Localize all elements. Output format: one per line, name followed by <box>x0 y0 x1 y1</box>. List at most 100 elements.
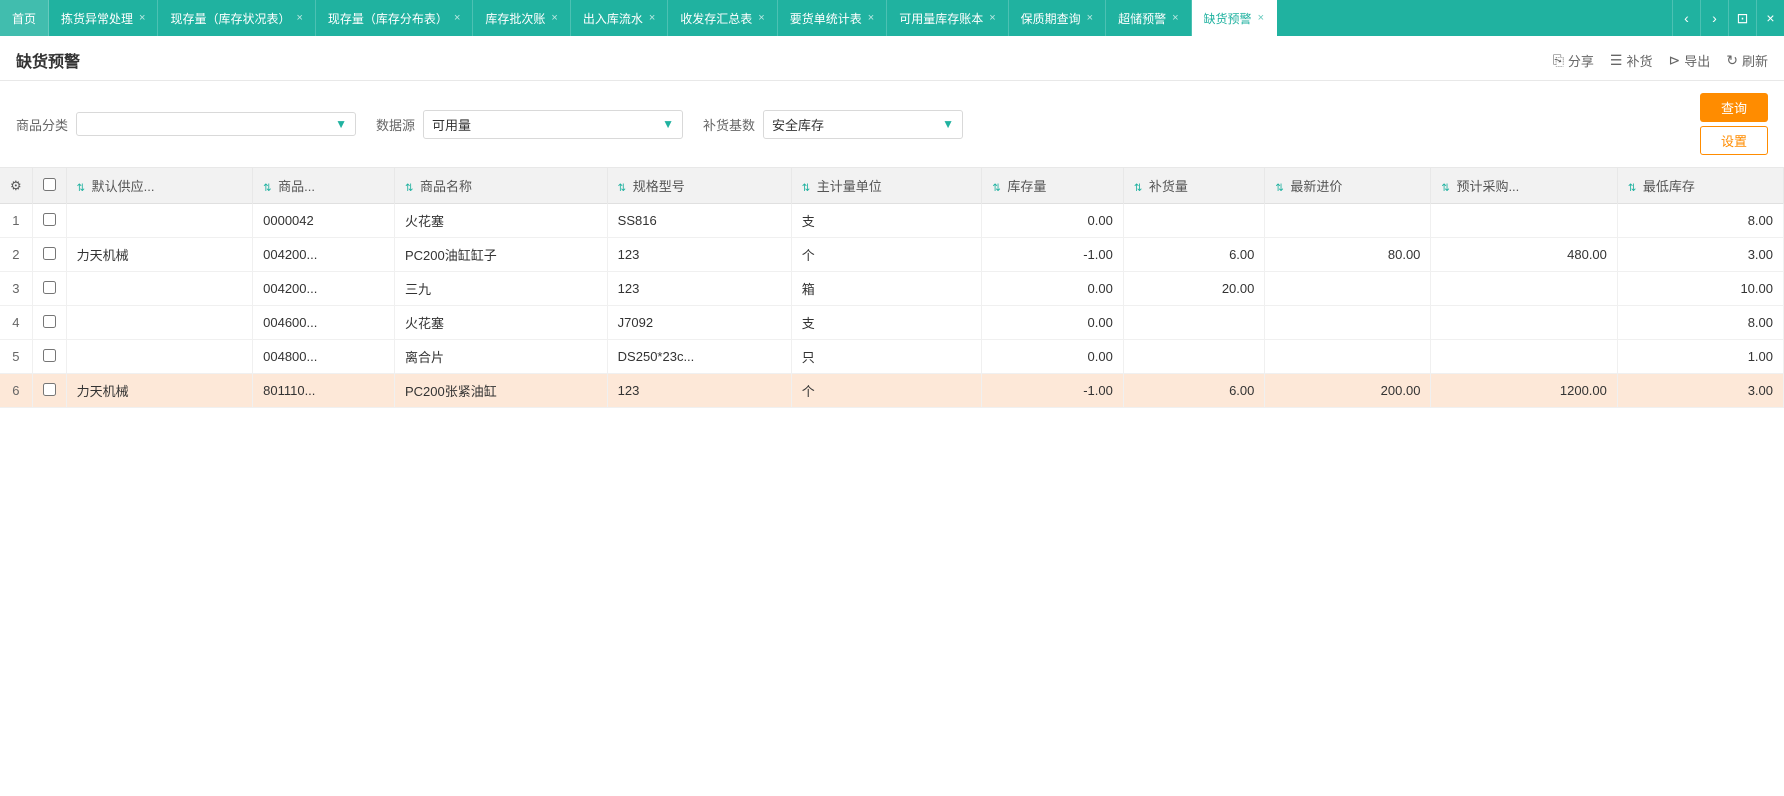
cell-replenish-qty-6: 6.00 <box>1123 374 1265 408</box>
tab-close-shortage-warning[interactable]: × <box>1258 12 1264 24</box>
row-checkbox-3[interactable] <box>32 272 66 306</box>
tab-abnormal[interactable]: 拣货异常处理 × <box>49 0 158 36</box>
row-num-5: 5 <box>0 340 32 374</box>
filter-actions: 查询 设置 <box>1700 93 1768 155</box>
replenish-button[interactable]: ☰ 补货 <box>1610 51 1653 70</box>
replenish-base-label: 补货基数 <box>703 115 755 134</box>
category-label: 商品分类 <box>16 115 68 134</box>
tab-prev-button[interactable]: ‹ <box>1672 0 1700 36</box>
col-gear[interactable]: ⚙ <box>0 168 32 204</box>
table-row: 5 004800... 离合片 DS250*23c... 只 0.00 1.00 <box>0 340 1784 374</box>
share-button[interactable]: ⎘ 分享 <box>1553 51 1594 70</box>
refresh-icon: ↻ <box>1726 52 1738 69</box>
tab-close-receive-summary[interactable]: × <box>758 12 764 24</box>
tab-close-inout-flow[interactable]: × <box>649 12 655 24</box>
sort-icon: ⇅ <box>263 183 271 194</box>
tab-available-ledger[interactable]: 可用量库存账本 × <box>887 0 1008 36</box>
select-all-checkbox[interactable] <box>43 178 56 191</box>
cell-stock-1: 0.00 <box>982 204 1124 238</box>
tab-close-available-ledger[interactable]: × <box>989 12 995 24</box>
col-latest-price[interactable]: ⇅ 最新进价 <box>1265 168 1431 204</box>
data-table: ⚙ ⇅ 默认供应... ⇅ 商品... ⇅ 商品名称 <box>0 168 1784 408</box>
cell-latest-price-4 <box>1265 306 1431 340</box>
query-button[interactable]: 查询 <box>1700 93 1768 122</box>
sort-icon: ⇅ <box>1628 183 1636 194</box>
category-select[interactable]: ▼ <box>76 112 356 136</box>
tab-restore-button[interactable]: ⊡ <box>1728 0 1756 36</box>
cell-product-code-2: 004200... <box>253 238 395 272</box>
tab-home[interactable]: 首页 <box>0 0 49 36</box>
cell-min-stock-6: 3.00 <box>1617 374 1783 408</box>
sort-icon: ⇅ <box>802 183 810 194</box>
tab-inventory-status[interactable]: 现存量（库存状况表） × <box>158 0 315 36</box>
cell-stock-6: -1.00 <box>982 374 1124 408</box>
export-button[interactable]: ⊳ 导出 <box>1669 51 1711 70</box>
cell-spec-6: 123 <box>607 374 791 408</box>
tab-shortage-warning[interactable]: 缺货预警 × <box>1192 0 1277 36</box>
row-checkbox-5[interactable] <box>32 340 66 374</box>
tab-inout-flow[interactable]: 出入库流水 × <box>571 0 668 36</box>
tab-close-all-button[interactable]: × <box>1756 0 1784 36</box>
cell-unit-2: 个 <box>791 238 982 272</box>
col-stock[interactable]: ⇅ 库存量 <box>982 168 1124 204</box>
tab-close-inventory-dist[interactable]: × <box>454 12 460 24</box>
col-product-code[interactable]: ⇅ 商品... <box>253 168 395 204</box>
page-title: 缺货预警 <box>16 48 80 72</box>
table-container: ⚙ ⇅ 默认供应... ⇅ 商品... ⇅ 商品名称 <box>0 168 1784 408</box>
tab-requisition-stat[interactable]: 要货单统计表 × <box>778 0 887 36</box>
row-checkbox-2[interactable] <box>32 238 66 272</box>
tab-next-button[interactable]: › <box>1700 0 1728 36</box>
table-row: 4 004600... 火花塞 J7092 支 0.00 8.00 <box>0 306 1784 340</box>
col-spec[interactable]: ⇅ 规格型号 <box>607 168 791 204</box>
tab-close-abnormal[interactable]: × <box>139 12 145 24</box>
refresh-button[interactable]: ↻ 刷新 <box>1726 51 1768 70</box>
row-checkbox-1[interactable] <box>32 204 66 238</box>
tab-inventory-dist[interactable]: 现存量（库存分布表） × <box>316 0 473 36</box>
tab-batch-account[interactable]: 库存批次账 × <box>473 0 570 36</box>
cell-spec-2: 123 <box>607 238 791 272</box>
cell-est-purchase-5 <box>1431 340 1617 374</box>
tab-close-batch-account[interactable]: × <box>551 12 557 24</box>
row-checkbox-6[interactable] <box>32 374 66 408</box>
tab-expiry-query[interactable]: 保质期查询 × <box>1009 0 1106 36</box>
tab-close-expiry-query[interactable]: × <box>1087 12 1093 24</box>
category-chevron-icon: ▼ <box>335 117 347 131</box>
cell-latest-price-1 <box>1265 204 1431 238</box>
col-unit[interactable]: ⇅ 主计量单位 <box>791 168 982 204</box>
row-select-5[interactable] <box>43 349 56 362</box>
cell-product-name-4: 火花塞 <box>395 306 608 340</box>
cell-min-stock-5: 1.00 <box>1617 340 1783 374</box>
table-row: 2 力天机械 004200... PC200油缸缸子 123 个 -1.00 6… <box>0 238 1784 272</box>
col-product-name[interactable]: ⇅ 商品名称 <box>395 168 608 204</box>
cell-product-name-2: PC200油缸缸子 <box>395 238 608 272</box>
tab-close-requisition-stat[interactable]: × <box>868 12 874 24</box>
col-min-stock[interactable]: ⇅ 最低库存 <box>1617 168 1783 204</box>
tab-overstock-warning[interactable]: 超储预警 × <box>1106 0 1191 36</box>
row-checkbox-4[interactable] <box>32 306 66 340</box>
tab-close-overstock-warning[interactable]: × <box>1172 12 1178 24</box>
row-num-4: 4 <box>0 306 32 340</box>
row-select-6[interactable] <box>43 383 56 396</box>
tab-close-inventory-status[interactable]: × <box>296 12 302 24</box>
cell-replenish-qty-4 <box>1123 306 1265 340</box>
col-default-supplier[interactable]: ⇅ 默认供应... <box>66 168 252 204</box>
row-select-3[interactable] <box>43 281 56 294</box>
tab-receive-summary[interactable]: 收发存汇总表 × <box>668 0 777 36</box>
replenish-base-select[interactable]: 安全库存 ▼ <box>763 110 963 139</box>
cell-replenish-qty-2: 6.00 <box>1123 238 1265 272</box>
cell-latest-price-2: 80.00 <box>1265 238 1431 272</box>
cell-unit-4: 支 <box>791 306 982 340</box>
row-num-6: 6 <box>0 374 32 408</box>
cell-est-purchase-4 <box>1431 306 1617 340</box>
row-select-4[interactable] <box>43 315 56 328</box>
cell-product-code-3: 004200... <box>253 272 395 306</box>
col-est-purchase[interactable]: ⇅ 预计采购... <box>1431 168 1617 204</box>
row-select-1[interactable] <box>43 213 56 226</box>
row-select-2[interactable] <box>43 247 56 260</box>
tab-bar: 首页 拣货异常处理 × 现存量（库存状况表） × 现存量（库存分布表） × 库存… <box>0 0 1784 36</box>
col-replenish-qty[interactable]: ⇅ 补货量 <box>1123 168 1265 204</box>
cell-est-purchase-6: 1200.00 <box>1431 374 1617 408</box>
settings-button[interactable]: 设置 <box>1700 126 1768 155</box>
cell-unit-6: 个 <box>791 374 982 408</box>
datasource-select[interactable]: 可用量 ▼ <box>423 110 683 139</box>
